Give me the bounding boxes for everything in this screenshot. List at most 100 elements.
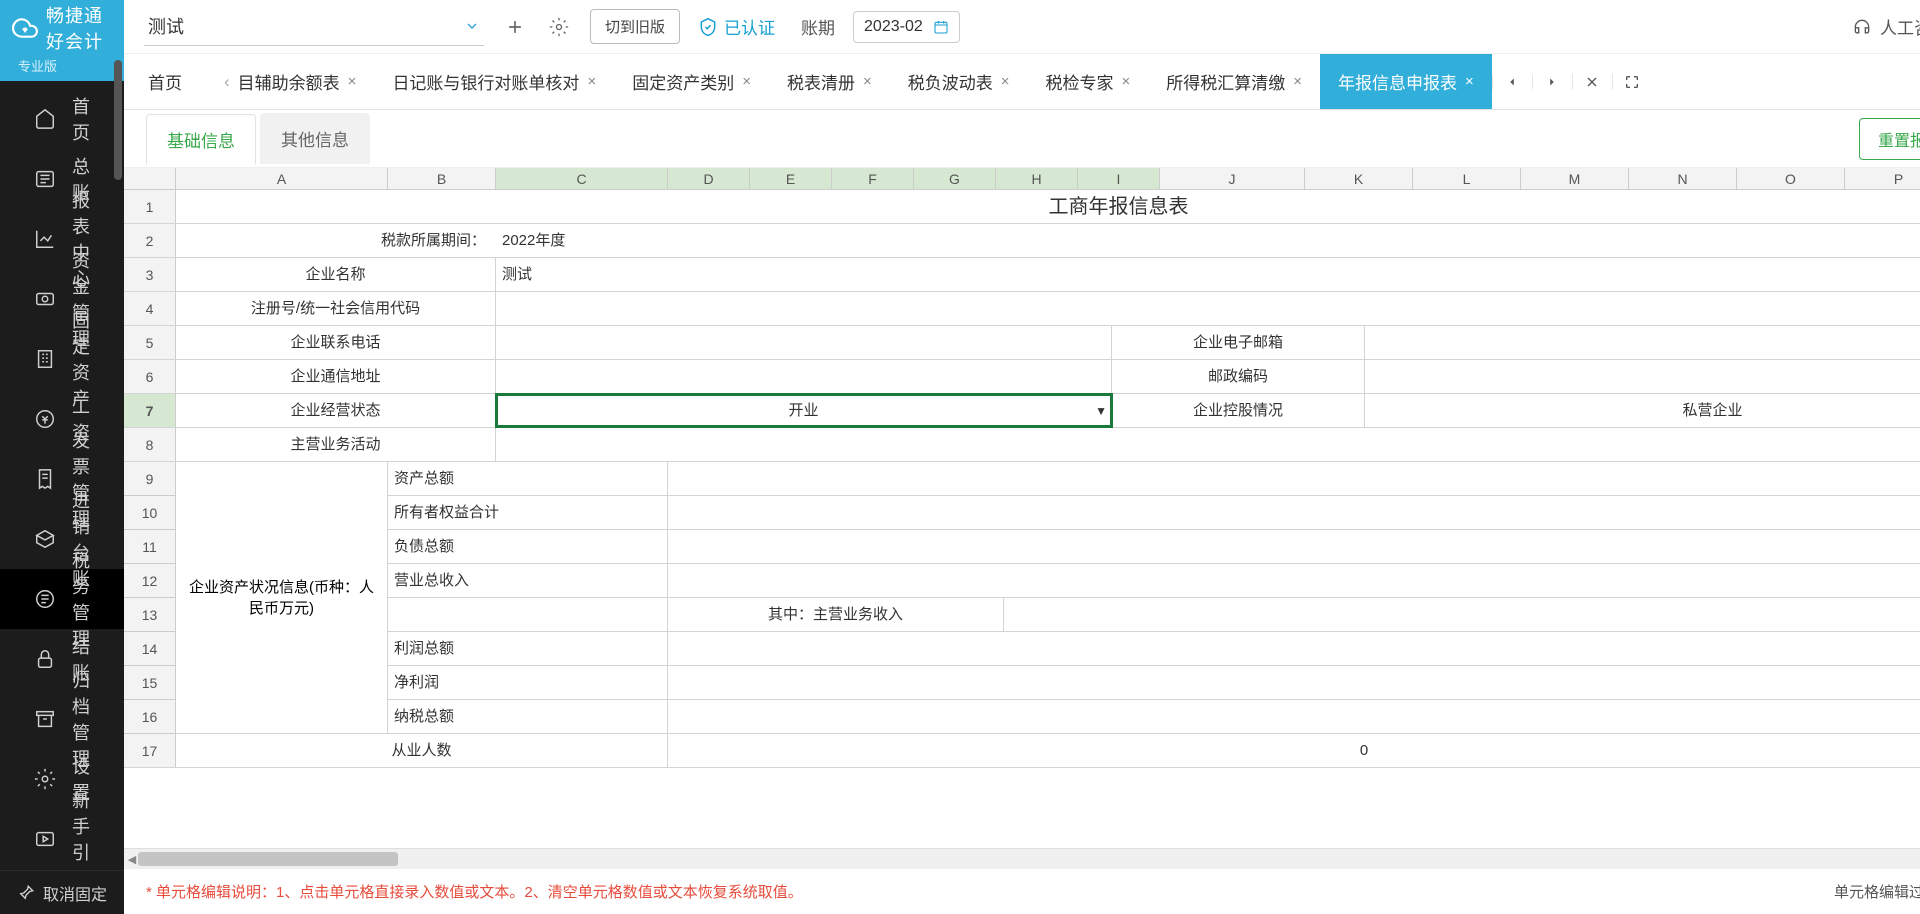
unpin-button[interactable]: 取消固定: [0, 870, 124, 914]
company-selector[interactable]: 测试: [144, 7, 484, 46]
cell[interactable]: 2022年度: [496, 224, 1920, 257]
tab-journal[interactable]: 日记账与银行对账单核对×: [374, 54, 614, 109]
cell[interactable]: 企业通信地址: [176, 360, 496, 393]
nav-inventory[interactable]: 进销台账: [0, 509, 124, 569]
cell[interactable]: 利润总额: [388, 632, 668, 665]
row-header[interactable]: 7: [124, 394, 176, 427]
cell[interactable]: 企业电子邮箱: [1112, 326, 1365, 359]
nav-reports[interactable]: 报表中心: [0, 209, 124, 269]
scroll-thumb[interactable]: [138, 852, 398, 866]
spreadsheet[interactable]: A B C D E F G H I J K L M N O: [124, 168, 1920, 868]
col-header[interactable]: I: [1078, 168, 1160, 189]
cell[interactable]: [496, 326, 1112, 359]
nav-guide[interactable]: 新手引导: [0, 809, 124, 869]
close-icon[interactable]: ×: [587, 73, 596, 90]
cell[interactable]: 税款所属期间：: [176, 224, 496, 257]
nav-archive[interactable]: 归档管理: [0, 689, 124, 749]
cell[interactable]: 企业控股情况: [1112, 394, 1365, 427]
cell[interactable]: [496, 360, 1112, 393]
col-header[interactable]: O: [1737, 168, 1845, 189]
close-icon[interactable]: ×: [1122, 73, 1131, 90]
cell[interactable]: 营业总收入: [388, 564, 668, 597]
cell[interactable]: 注册号/统一社会信用代码: [176, 292, 496, 325]
cell[interactable]: 其中：主营业务收入: [668, 598, 1004, 631]
col-header[interactable]: J: [1160, 168, 1305, 189]
support-button[interactable]: 人工咨询: [1852, 14, 1920, 39]
col-header[interactable]: A: [176, 168, 388, 189]
cell[interactable]: 私营企业: [1365, 394, 1920, 427]
tab-balance[interactable]: ‹目辅助余额表×: [206, 54, 374, 109]
cell[interactable]: [668, 632, 1920, 665]
select-all-corner[interactable]: [124, 168, 176, 189]
row-header[interactable]: 15: [124, 666, 176, 700]
cell[interactable]: 主营业务活动: [176, 428, 496, 461]
subtab-basic[interactable]: 基础信息: [146, 114, 256, 165]
col-header[interactable]: K: [1305, 168, 1413, 189]
selected-cell-dropdown[interactable]: 开业▼: [496, 394, 1112, 427]
subtab-other[interactable]: 其他信息: [260, 113, 370, 164]
close-icon[interactable]: ×: [863, 73, 872, 90]
tab-annual-report[interactable]: 年报信息申报表×: [1320, 54, 1492, 109]
row-header[interactable]: 13: [124, 598, 176, 632]
horizontal-scrollbar[interactable]: ◀ ▶: [124, 848, 1920, 868]
cell[interactable]: 资产总额: [388, 462, 668, 495]
tab-tax-list[interactable]: 税表清册×: [769, 54, 890, 109]
close-icon[interactable]: ×: [1465, 73, 1474, 90]
cell[interactable]: [668, 700, 1920, 733]
col-header[interactable]: H: [996, 168, 1078, 189]
add-button[interactable]: [502, 14, 528, 40]
cell[interactable]: 企业联系电话: [176, 326, 496, 359]
period-picker[interactable]: 2023-02: [853, 11, 960, 43]
switch-old-button[interactable]: 切到旧版: [590, 9, 680, 44]
row-header[interactable]: 11: [124, 530, 176, 564]
reset-button[interactable]: 重置报表: [1859, 118, 1920, 160]
col-header[interactable]: L: [1413, 168, 1521, 189]
row-header[interactable]: 3: [124, 258, 176, 291]
cell[interactable]: 从业人数: [176, 734, 668, 767]
row-header[interactable]: 8: [124, 428, 176, 461]
cell[interactable]: [668, 564, 1920, 597]
cell[interactable]: [496, 428, 1920, 461]
cell[interactable]: 负债总额: [388, 530, 668, 563]
cell[interactable]: [388, 598, 668, 631]
nav-close[interactable]: 结账: [0, 629, 124, 689]
nav-salary[interactable]: 工资: [0, 389, 124, 449]
row-header[interactable]: 9: [124, 462, 176, 496]
tab-tax-trend[interactable]: 税负波动表×: [890, 54, 1028, 109]
row-header[interactable]: 1: [124, 190, 176, 223]
close-icon[interactable]: ×: [1001, 73, 1010, 90]
cell[interactable]: [1365, 360, 1920, 393]
cell[interactable]: 测试: [496, 258, 1920, 291]
settings-button[interactable]: [546, 14, 572, 40]
col-header[interactable]: F: [832, 168, 914, 189]
nav-settings[interactable]: 设置: [0, 749, 124, 809]
cell[interactable]: [668, 496, 1920, 529]
col-header[interactable]: D: [668, 168, 750, 189]
nav-ledger[interactable]: 总账: [0, 149, 124, 209]
cell[interactable]: [1365, 326, 1920, 359]
row-header[interactable]: 4: [124, 292, 176, 325]
col-header[interactable]: N: [1629, 168, 1737, 189]
close-icon[interactable]: ×: [1293, 73, 1302, 90]
tab-home[interactable]: 首页: [124, 54, 206, 109]
nav-home[interactable]: 首页: [0, 89, 124, 149]
merged-cell-label[interactable]: 企业资产状况信息(币种：人民币万元): [176, 462, 388, 734]
cell[interactable]: [668, 530, 1920, 563]
cell[interactable]: 0: [668, 734, 1920, 767]
tab-prev[interactable]: [1492, 75, 1532, 89]
tab-income-tax[interactable]: 所得税汇算清缴×: [1148, 54, 1320, 109]
close-icon[interactable]: ×: [742, 73, 751, 90]
cell[interactable]: 纳税总额: [388, 700, 668, 733]
col-header[interactable]: P: [1845, 168, 1920, 189]
tab-asset-type[interactable]: 固定资产类别×: [614, 54, 769, 109]
nav-funds[interactable]: 资金管理: [0, 269, 124, 329]
col-header[interactable]: C: [496, 168, 668, 189]
cell[interactable]: 企业名称: [176, 258, 496, 291]
col-header[interactable]: M: [1521, 168, 1629, 189]
row-header[interactable]: 14: [124, 632, 176, 666]
cell[interactable]: 所有者权益合计: [388, 496, 668, 529]
row-header[interactable]: 5: [124, 326, 176, 359]
tab-close-all[interactable]: [1572, 74, 1612, 90]
nav-tax[interactable]: 税务管理: [0, 569, 124, 629]
row-header[interactable]: 16: [124, 700, 176, 734]
